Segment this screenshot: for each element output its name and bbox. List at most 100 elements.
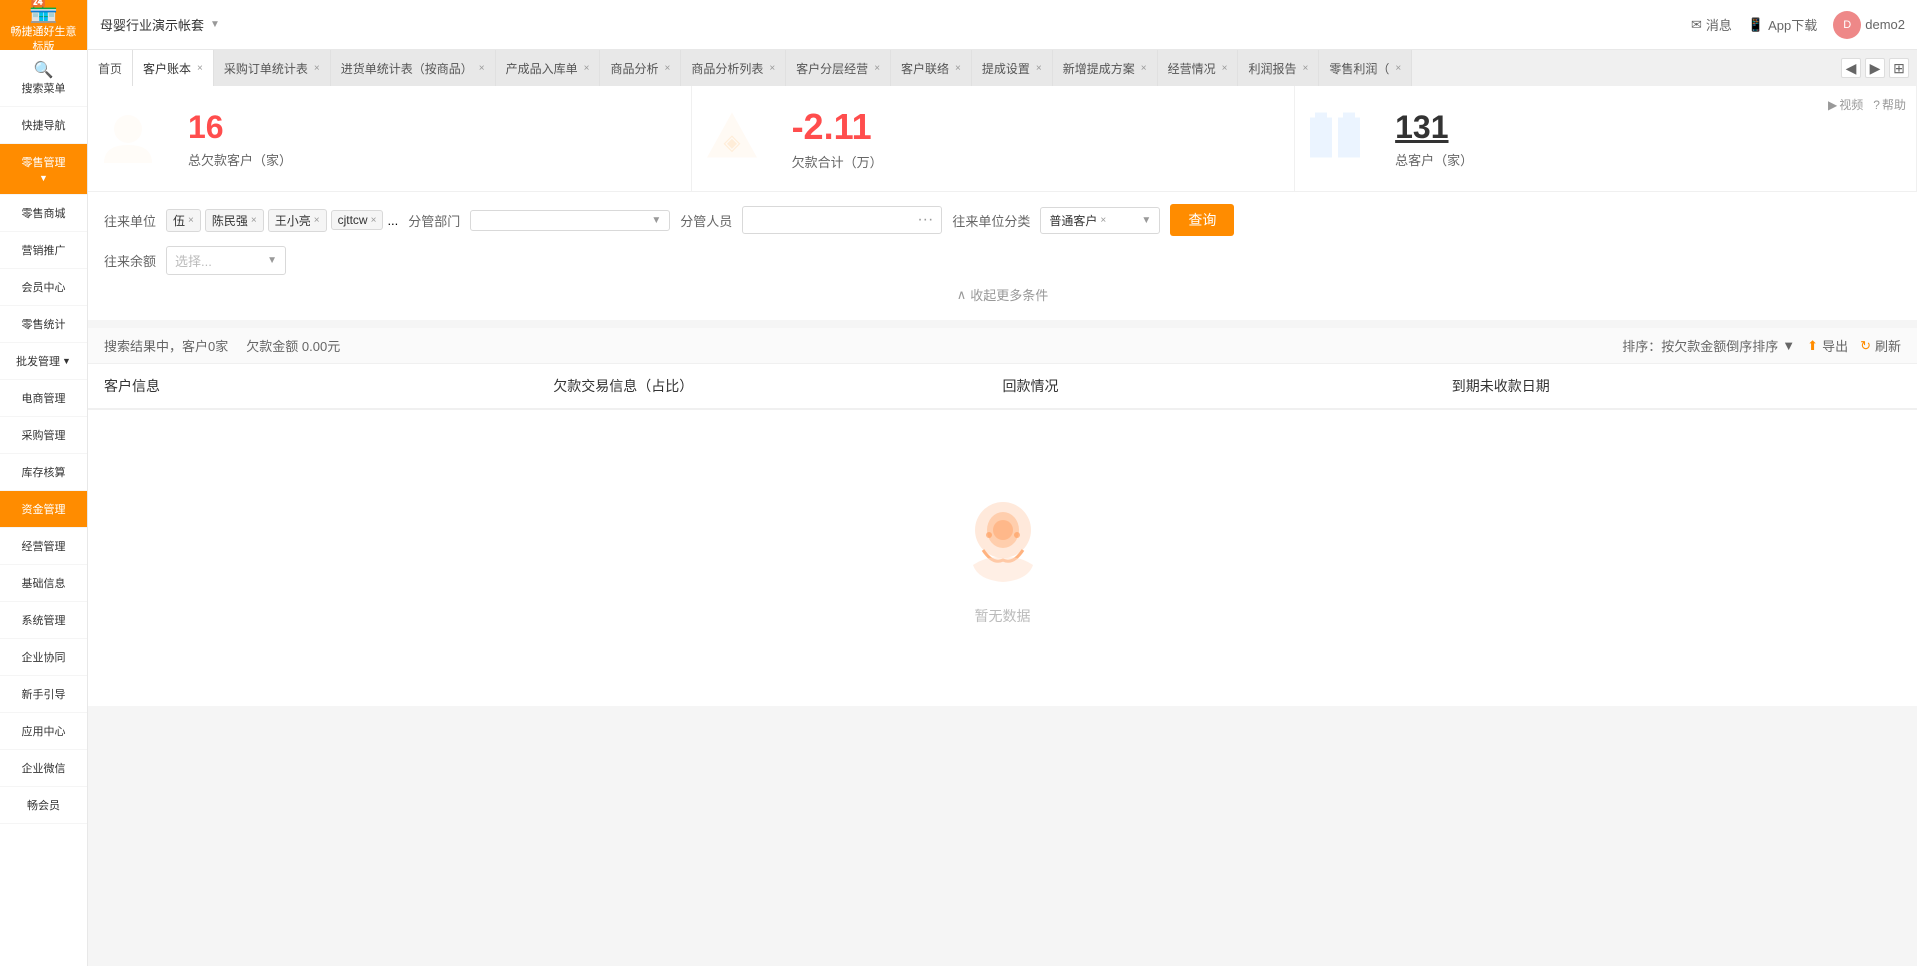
stats-row: 16 总欠款客户（家） ◈ -2.11 欠款合计（万） [88, 86, 1917, 192]
tab-profit-report-close[interactable]: × [1302, 63, 1308, 74]
collapse-button[interactable]: ∧ 收起更多条件 [104, 285, 1901, 304]
sidebar-item-new-guide[interactable]: 新手引导 [0, 676, 87, 713]
tab-inbound-stats-close[interactable]: × [479, 63, 485, 74]
person-select-more[interactable]: ··· [917, 211, 933, 229]
app-download-btn[interactable]: 📱 App下载 [1748, 15, 1817, 34]
empty-icon [953, 490, 1053, 590]
help-link[interactable]: ? 帮助 [1873, 96, 1906, 113]
tab-prev-btn[interactable]: ◀ [1841, 58, 1861, 78]
tab-promotion-settings-close[interactable]: × [1036, 63, 1042, 74]
tab-profit-report-label: 利润报告 [1248, 60, 1296, 77]
tab-customer-segment-label: 客户分层经营 [796, 60, 868, 77]
query-button[interactable]: 查询 [1170, 204, 1234, 236]
tab-purchase-orders-close[interactable]: × [314, 63, 320, 74]
tab-inbound-stats[interactable]: 进货单统计表（按商品） × [331, 50, 496, 86]
unit-class-select[interactable]: 普通客户 × ▼ [1040, 207, 1160, 234]
tab-promotion-settings[interactable]: 提成设置 × [972, 50, 1053, 86]
tab-goods-analysis-close[interactable]: × [664, 63, 670, 74]
logo-text: 畅捷通好生意 [11, 25, 77, 39]
messages-btn[interactable]: ✉ 消息 [1691, 15, 1732, 34]
stat2-label: 欠款合计（万） [792, 152, 883, 171]
tag-cjttcw-close[interactable]: × [371, 215, 377, 226]
main-area: 母婴行业演示帐套 ▼ ✉ 消息 📱 App下载 D demo2 首页 客户账本 … [88, 0, 1917, 966]
sidebar-item-inventory[interactable]: 库存核算 [0, 454, 87, 491]
tab-production-inbound[interactable]: 产成品入库单 × [496, 50, 601, 86]
balance-select[interactable]: 选择... ▼ [166, 246, 286, 275]
stat1-label: 总欠款客户（家） [188, 150, 292, 169]
sidebar-item-operation-mgmt[interactable]: 经营管理 [0, 528, 87, 565]
sort-label: 排序：按欠款金额倒序排序 [1622, 336, 1778, 355]
sidebar-item-quick-nav[interactable]: 快捷导航 [0, 107, 87, 144]
tab-customer-segment[interactable]: 客户分层经营 × [786, 50, 891, 86]
tab-new-promotion-plan-close[interactable]: × [1141, 63, 1147, 74]
tag-chen-close[interactable]: × [251, 215, 257, 226]
tab-retail-profit[interactable]: 零售利润（ × [1319, 50, 1412, 86]
sidebar-item-retail-mgmt[interactable]: 零售管理 ▼ [0, 144, 87, 195]
refresh-icon: ↻ [1860, 338, 1871, 354]
unit-filter-label: 往来单位 [104, 211, 156, 230]
tab-new-promotion-plan-label: 新增提成方案 [1063, 60, 1135, 77]
tab-profit-report[interactable]: 利润报告 × [1238, 50, 1319, 86]
stat3-label: 总客户（家） [1395, 150, 1473, 169]
empty-state: 暂无数据 [88, 410, 1917, 706]
tab-new-promotion-plan[interactable]: 新增提成方案 × [1053, 50, 1158, 86]
page-content: 16 总欠款客户（家） ◈ -2.11 欠款合计（万） [88, 86, 1917, 966]
tag-wang-close[interactable]: × [314, 215, 320, 226]
sidebar-item-purchase-mgmt[interactable]: 采购管理 [0, 417, 87, 454]
sidebar-item-member-center[interactable]: 会员中心 [0, 269, 87, 306]
sidebar-item-search[interactable]: 🔍 搜索菜单 [0, 50, 87, 107]
tab-goods-analysis[interactable]: 商品分析 × [600, 50, 681, 86]
tab-goods-analysis-list-close[interactable]: × [769, 63, 775, 74]
tab-business-situation[interactable]: 经营情况 × [1158, 50, 1239, 86]
tab-customer-accounts-label: 客户账本 [143, 60, 191, 77]
sidebar-item-ecommerce[interactable]: 电商管理 [0, 380, 87, 417]
tab-business-situation-close[interactable]: × [1222, 63, 1228, 74]
svg-text:◈: ◈ [723, 129, 740, 154]
sidebar-item-capital-mgmt[interactable]: 资金管理 [0, 491, 87, 528]
sidebar-item-app-center[interactable]: 应用中心 [0, 713, 87, 750]
export-label: 导出 [1822, 336, 1848, 355]
sort-button[interactable]: 排序：按欠款金额倒序排序 ▼ [1622, 336, 1795, 355]
stat2-value: -2.11 [792, 106, 883, 148]
sidebar-item-retail-stats[interactable]: 零售统计 [0, 306, 87, 343]
tag-more-btn[interactable]: ... [387, 213, 398, 228]
tab-home[interactable]: 首页 [88, 50, 133, 86]
unit-class-tag-close[interactable]: × [1100, 215, 1106, 226]
sidebar-item-system-mgmt[interactable]: 系统管理 [0, 602, 87, 639]
sidebar-item-batch-mgmt[interactable]: 批发管理 ▼ [0, 343, 87, 380]
filter-tags: 伍 × 陈民强 × 王小亮 × cjttcw × ... [166, 209, 398, 232]
tab-customer-accounts[interactable]: 客户账本 × [133, 50, 214, 86]
tab-retail-profit-close[interactable]: × [1395, 63, 1401, 74]
tab-customer-contact[interactable]: 客户联络 × [891, 50, 972, 86]
video-link[interactable]: ▶ 视频 [1828, 96, 1863, 113]
account-selector[interactable]: 母婴行业演示帐套 ▼ [100, 15, 220, 34]
user-profile[interactable]: D demo2 [1833, 11, 1905, 39]
person-select[interactable]: ··· [742, 206, 942, 234]
tab-customer-accounts-close[interactable]: × [197, 63, 203, 74]
messages-label: 消息 [1706, 15, 1732, 34]
sidebar-item-enterprise-wechat[interactable]: 企业微信 [0, 750, 87, 787]
sidebar-item-retail-mall[interactable]: 零售商城 [0, 195, 87, 232]
tab-goods-analysis-label: 商品分析 [610, 60, 658, 77]
app-download-label: App下载 [1768, 15, 1817, 34]
sidebar-item-basic-info[interactable]: 基础信息 [0, 565, 87, 602]
dept-select[interactable]: ▼ [470, 210, 670, 231]
stat1-value: 16 [188, 109, 292, 146]
tab-purchase-orders[interactable]: 采购订单统计表 × [214, 50, 331, 86]
tab-customer-segment-close[interactable]: × [874, 63, 880, 74]
tab-expand-btn[interactable]: ⊞ [1889, 58, 1909, 78]
tab-production-inbound-close[interactable]: × [584, 63, 590, 74]
tab-goods-analysis-list[interactable]: 商品分析列表 × [681, 50, 786, 86]
table-header: 客户信息 欠款交易信息（占比） 回款情况 到期未收款日期 [88, 364, 1917, 410]
tab-customer-contact-close[interactable]: × [955, 63, 961, 74]
collapse-icon: ∧ [957, 287, 967, 303]
export-button[interactable]: ⬆ 导出 [1807, 336, 1848, 355]
tag-wu-close[interactable]: × [188, 215, 194, 226]
sidebar-item-marketing[interactable]: 营销推广 [0, 232, 87, 269]
refresh-button[interactable]: ↻ 刷新 [1860, 336, 1901, 355]
tab-next-btn[interactable]: ▶ [1865, 58, 1885, 78]
tab-retail-profit-label: 零售利润（ [1329, 60, 1389, 77]
sidebar-item-vip-member[interactable]: 畅会员 [0, 787, 87, 824]
search-result-right: 排序：按欠款金额倒序排序 ▼ ⬆ 导出 ↻ 刷新 [1622, 336, 1901, 355]
sidebar-item-enterprise-collab[interactable]: 企业协同 [0, 639, 87, 676]
